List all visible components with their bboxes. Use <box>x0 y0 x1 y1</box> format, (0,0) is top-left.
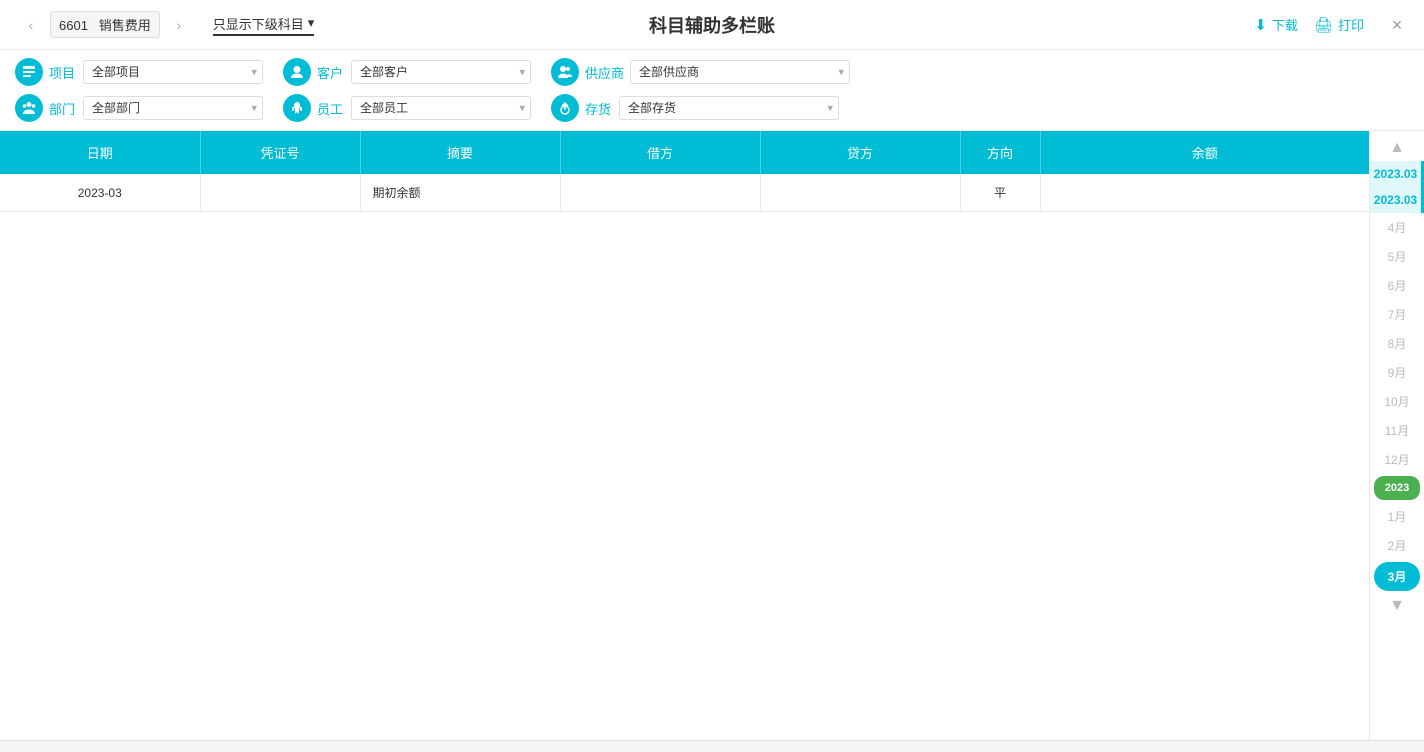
account-code: 6601 <box>59 18 88 33</box>
cell-debit <box>560 174 760 212</box>
download-label: 下载 <box>1272 15 1298 34</box>
col-direction: 方向 <box>960 131 1040 174</box>
dept-label: 部门 <box>49 99 77 118</box>
filter-row-1: 项目 全部项目 客户 全部客户 <box>15 58 1409 86</box>
sidebar-month-4[interactable]: 4月 <box>1370 213 1424 242</box>
sidebar-month-11[interactable]: 11月 <box>1370 416 1424 445</box>
next-account-btn[interactable]: › <box>168 14 190 36</box>
account-display: 6601 销售费用 <box>50 11 160 38</box>
employee-select[interactable]: 全部员工 <box>351 96 531 120</box>
project-icon <box>15 58 43 86</box>
supplier-label: 供应商 <box>585 63 624 82</box>
employee-icon <box>283 94 311 122</box>
col-date: 日期 <box>0 131 200 174</box>
sidebar-month-5[interactable]: 5月 <box>1370 242 1424 271</box>
right-sidebar: ▲ 2023.03 2023.03 4月 5月 6月 7月 8月 <box>1369 131 1424 740</box>
filter-group-supplier: 供应商 全部供应商 <box>551 58 850 86</box>
filter-group-employee: 员工 全部员工 <box>283 94 531 122</box>
sidebar-month-8[interactable]: 8月 <box>1370 329 1424 358</box>
print-icon: 🖨 <box>1314 16 1333 34</box>
page-title: 科目辅助多栏账 <box>649 12 775 38</box>
inventory-icon <box>551 94 579 122</box>
prev-account-btn[interactable]: ‹ <box>20 14 42 36</box>
inventory-select-wrap: 全部存货 <box>619 96 839 120</box>
col-summary: 摘要 <box>360 131 560 174</box>
sidebar-month-2023-03-second[interactable]: 2023.03 <box>1370 187 1424 213</box>
col-voucher: 凭证号 <box>200 131 360 174</box>
close-btn[interactable]: × <box>1385 13 1409 37</box>
filter-toggle[interactable]: 只显示下级科目 ▾ <box>213 14 315 36</box>
customer-select-wrap: 全部客户 <box>351 60 531 84</box>
customer-label: 客户 <box>317 63 345 82</box>
table-header-row: 日期 凭证号 摘要 借方 贷方 方向 余额 <box>0 131 1369 174</box>
chevron-down-icon: ▾ <box>308 15 315 31</box>
col-debit: 借方 <box>560 131 760 174</box>
customer-select[interactable]: 全部客户 <box>351 60 531 84</box>
filter-row-2: 部门 全部部门 员工 <box>15 94 1409 122</box>
download-btn[interactable]: ⬇ 下载 <box>1254 15 1298 34</box>
supplier-select[interactable]: 全部供应商 <box>630 60 850 84</box>
title-left: ‹ 6601 销售费用 › 只显示下级科目 ▾ <box>20 11 314 38</box>
main-window: ‹ 6601 销售费用 › 只显示下级科目 ▾ 科目辅助多栏账 ⬇ 下载 🖨 打… <box>0 0 1424 752</box>
title-actions: ⬇ 下载 🖨 打印 <box>1254 15 1364 34</box>
supplier-select-wrap: 全部供应商 <box>630 60 850 84</box>
project-select[interactable]: 全部项目 <box>83 60 263 84</box>
sidebar-month-6[interactable]: 6月 <box>1370 271 1424 300</box>
filter-group-inventory: 存货 全部存货 <box>551 94 839 122</box>
inventory-label: 存货 <box>585 99 613 118</box>
cell-date: 2023-03 <box>0 174 200 212</box>
sidebar-month-9[interactable]: 9月 <box>1370 358 1424 387</box>
sidebar-month-2[interactable]: 2月 <box>1370 531 1424 560</box>
sidebar-month-7[interactable]: 7月 <box>1370 300 1424 329</box>
sidebar-year-2023[interactable]: 2023 <box>1374 476 1420 500</box>
sidebar-month-1[interactable]: 1月 <box>1370 502 1424 531</box>
title-bar: ‹ 6601 销售费用 › 只显示下级科目 ▾ 科目辅助多栏账 ⬇ 下载 🖨 打… <box>0 0 1424 50</box>
main-content: 日期 凭证号 摘要 借方 贷方 方向 余额 2023-03 期初余额 <box>0 131 1424 740</box>
project-label: 项目 <box>49 63 77 82</box>
cell-voucher <box>200 174 360 212</box>
sidebar-scroll-up[interactable]: ▲ <box>1370 135 1424 161</box>
sidebar-month-12[interactable]: 12月 <box>1370 445 1424 474</box>
data-table: 日期 凭证号 摘要 借方 贷方 方向 余额 2023-03 期初余额 <box>0 131 1369 212</box>
table-row: 2023-03 期初余额 平 <box>0 174 1369 212</box>
account-name: 销售费用 <box>99 18 151 33</box>
dept-icon <box>15 94 43 122</box>
project-select-wrap: 全部项目 <box>83 60 263 84</box>
print-label: 打印 <box>1338 15 1364 34</box>
filter-label: 只显示下级科目 <box>213 14 304 33</box>
cell-credit <box>760 174 960 212</box>
dept-select[interactable]: 全部部门 <box>83 96 263 120</box>
inventory-select[interactable]: 全部存货 <box>619 96 839 120</box>
download-icon: ⬇ <box>1254 16 1267 34</box>
col-credit: 贷方 <box>760 131 960 174</box>
sidebar-month-10[interactable]: 10月 <box>1370 387 1424 416</box>
filter-group-project: 项目 全部项目 <box>15 58 263 86</box>
sidebar-month-3-selected[interactable]: 3月 <box>1374 562 1420 591</box>
cell-direction: 平 <box>960 174 1040 212</box>
employee-label: 员工 <box>317 99 345 118</box>
employee-select-wrap: 全部员工 <box>351 96 531 120</box>
cell-summary: 期初余额 <box>360 174 560 212</box>
col-balance: 余额 <box>1040 131 1369 174</box>
sidebar-scroll-down[interactable]: ▼ <box>1370 593 1424 619</box>
dept-select-wrap: 全部部门 <box>83 96 263 120</box>
filter-group-customer: 客户 全部客户 <box>283 58 531 86</box>
supplier-icon <box>551 58 579 86</box>
customer-icon <box>283 58 311 86</box>
filter-bar: 项目 全部项目 客户 全部客户 <box>0 50 1424 131</box>
table-area: 日期 凭证号 摘要 借方 贷方 方向 余额 2023-03 期初余额 <box>0 131 1369 740</box>
print-btn[interactable]: 🖨 打印 <box>1314 15 1364 34</box>
filter-group-dept: 部门 全部部门 <box>15 94 263 122</box>
bottom-scrollbar-bar <box>0 740 1424 752</box>
bottom-scrollbar[interactable] <box>0 741 1424 752</box>
sidebar-month-2023-03-first[interactable]: 2023.03 <box>1370 161 1424 187</box>
cell-balance <box>1040 174 1369 212</box>
